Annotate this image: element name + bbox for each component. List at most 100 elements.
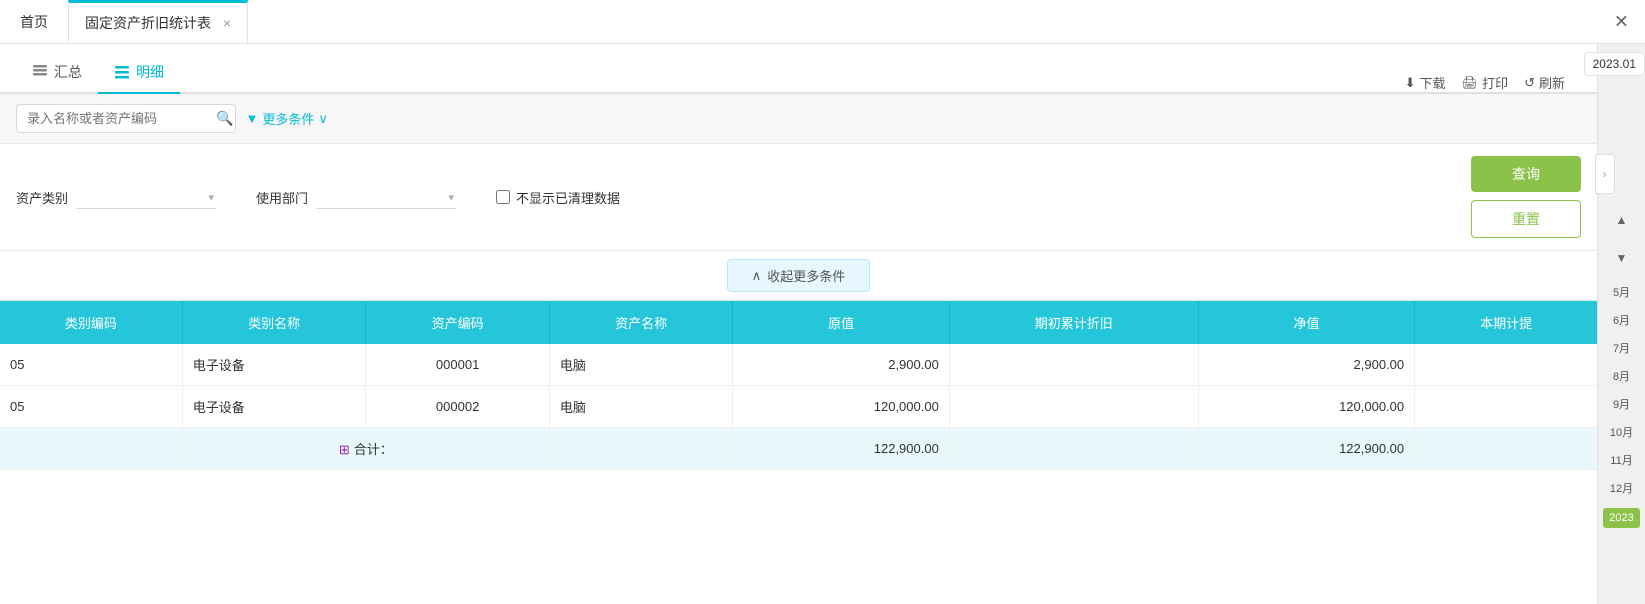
refresh-icon: ↺ (1524, 75, 1535, 91)
chevron-down-icon: ∨ (318, 111, 328, 127)
table-row: 05 电子设备 000001 电脑 2,900.00 2,900.00 (0, 344, 1597, 386)
tab-title: 固定资产折旧统计表 (85, 13, 211, 33)
more-conditions-button[interactable]: ▼ 更多条件 ∨ (245, 109, 327, 128)
asset-type-select[interactable] (76, 185, 216, 209)
sidebar-month-item[interactable]: 6月 (1608, 306, 1635, 334)
col-original-value: 原值 (733, 301, 949, 344)
cell-category-code: 05 (0, 344, 182, 386)
query-button[interactable]: 查询 (1471, 156, 1581, 192)
print-button[interactable]: 🖨 打印 (1462, 73, 1509, 92)
cell-category-code: 05 (0, 386, 182, 428)
date-display: 2023.01 (1584, 52, 1645, 76)
cell-current-depreciation (1415, 386, 1597, 428)
cell-category-name: 电子设备 (182, 344, 366, 386)
cell-asset-name: 电脑 (549, 344, 733, 386)
print-icon: 🖨 (1462, 75, 1479, 91)
collapse-label: 收起更多条件 (767, 266, 845, 285)
right-sidebar: 2023.01 › ▲ ▼ 5月6月7月8月9月10月11月12月 2023 (1597, 44, 1645, 604)
summary-row: ⊞合计： 122,900.00 122,900.00 (0, 428, 1597, 470)
table-row: 05 电子设备 000002 电脑 120,000.00 120,000.00 (0, 386, 1597, 428)
col-accumulated-depreciation: 期初累计折旧 (949, 301, 1198, 344)
cell-category-name: 电子设备 (182, 386, 366, 428)
summary-original-value: 122,900.00 (733, 428, 949, 470)
filter-actions: 查询 重置 (1471, 156, 1581, 238)
refresh-label: 刷新 (1539, 73, 1565, 92)
cell-asset-name: 电脑 (549, 386, 733, 428)
asset-type-select-wrapper (76, 185, 216, 209)
scroll-down-button[interactable]: ▼ (1604, 240, 1640, 276)
sidebar-expand-button[interactable]: › (1595, 154, 1615, 194)
table-header-row: 类别编码 类别名称 资产编码 资产名称 原值 期初累计折旧 净值 本期计提 (0, 301, 1597, 344)
asset-type-label: 资产类别 (16, 188, 68, 207)
reset-button[interactable]: 重置 (1471, 200, 1581, 238)
list-icon (114, 64, 130, 80)
layers-icon (32, 64, 48, 80)
left-panel: 汇总 明细 ⬇ 下载 🖨 (0, 44, 1597, 604)
cell-net-value: 120,000.00 (1198, 386, 1414, 428)
top-nav: 首页 固定资产折旧统计表 × ✕ (0, 0, 1645, 44)
use-dept-select-wrapper (316, 185, 456, 209)
summary-asset-name (549, 428, 733, 470)
col-asset-name: 资产名称 (549, 301, 733, 344)
hide-cleared-checkbox[interactable] (496, 190, 510, 204)
col-category-name: 类别名称 (182, 301, 366, 344)
use-dept-filter: 使用部门 (256, 185, 456, 209)
tab-detail-label: 明细 (136, 62, 164, 82)
nav-home[interactable]: 首页 (0, 0, 68, 43)
data-table: 类别编码 类别名称 资产编码 资产名称 原值 期初累计折旧 净值 本期计提 05… (0, 301, 1597, 470)
scroll-up-button[interactable]: ▲ (1604, 202, 1640, 238)
tab-detail[interactable]: 明细 (98, 52, 180, 94)
collapse-bar: ∧ 收起更多条件 (0, 251, 1597, 301)
download-label: 下载 (1420, 73, 1446, 92)
col-category-code: 类别编码 (0, 301, 182, 344)
window-close-button[interactable]: ✕ (1614, 11, 1629, 32)
cell-asset-code: 000001 (366, 344, 550, 386)
use-dept-label: 使用部门 (256, 188, 308, 207)
summary-net-value: 122,900.00 (1198, 428, 1414, 470)
cell-original-value: 120,000.00 (733, 386, 949, 428)
download-button[interactable]: ⬇ 下载 (1405, 73, 1446, 92)
year-badge[interactable]: 2023 (1603, 508, 1639, 528)
sub-tabs: 汇总 明细 ⬇ 下载 🖨 (0, 44, 1597, 94)
col-asset-code: 资产编码 (366, 301, 550, 344)
sidebar-month-item[interactable]: 9月 (1608, 390, 1635, 418)
col-current-depreciation: 本期计提 (1415, 301, 1597, 344)
search-input[interactable] (16, 104, 236, 133)
more-conditions-label: 更多条件 (262, 109, 314, 128)
nav-tab-active[interactable]: 固定资产折旧统计表 × (68, 0, 248, 43)
cell-accumulated-depreciation (949, 386, 1198, 428)
hide-cleared-checkbox-item: 不显示已清理数据 (496, 188, 620, 207)
cell-asset-code: 000002 (366, 386, 550, 428)
sidebar-month-item[interactable]: 7月 (1608, 334, 1635, 362)
summary-current-depreciation (1415, 428, 1597, 470)
download-icon: ⬇ (1405, 75, 1416, 91)
col-net-value: 净值 (1198, 301, 1414, 344)
summary-spacer (0, 428, 182, 470)
sidebar-month-item[interactable]: 5月 (1608, 278, 1635, 306)
sidebar-month-item[interactable]: 8月 (1608, 362, 1635, 390)
summary-label: ⊞合计： (182, 428, 549, 470)
sidebar-scroll: ▲ ▼ 5月6月7月8月9月10月11月12月 2023 (1598, 194, 1645, 528)
collapse-button[interactable]: ∧ 收起更多条件 (727, 259, 871, 292)
sidebar-month-item[interactable]: 10月 (1608, 418, 1635, 446)
refresh-button[interactable]: ↺ 刷新 (1524, 73, 1565, 92)
main-content: 汇总 明细 ⬇ 下载 🖨 (0, 44, 1645, 604)
chevron-up-icon: ∧ (752, 268, 762, 284)
print-label: 打印 (1482, 73, 1508, 92)
tab-close-button[interactable]: × (223, 15, 231, 31)
search-icon[interactable]: 🔍 (216, 110, 233, 127)
cell-accumulated-depreciation (949, 344, 1198, 386)
search-bar: 🔍 ▼ 更多条件 ∨ (0, 94, 1597, 144)
filter-icon: ▼ (245, 111, 258, 126)
table-container: 类别编码 类别名称 资产编码 资产名称 原值 期初累计折旧 净值 本期计提 05… (0, 301, 1597, 604)
sidebar-month-item[interactable]: 12月 (1608, 474, 1635, 502)
cell-current-depreciation (1415, 344, 1597, 386)
summary-accumulated (949, 428, 1198, 470)
sidebar-month-item[interactable]: 11月 (1608, 446, 1635, 474)
tab-summary[interactable]: 汇总 (16, 52, 98, 94)
use-dept-select[interactable] (316, 185, 456, 209)
asset-type-filter: 资产类别 (16, 185, 216, 209)
cell-original-value: 2,900.00 (733, 344, 949, 386)
hide-cleared-label: 不显示已清理数据 (516, 188, 620, 207)
tab-summary-label: 汇总 (54, 62, 82, 82)
